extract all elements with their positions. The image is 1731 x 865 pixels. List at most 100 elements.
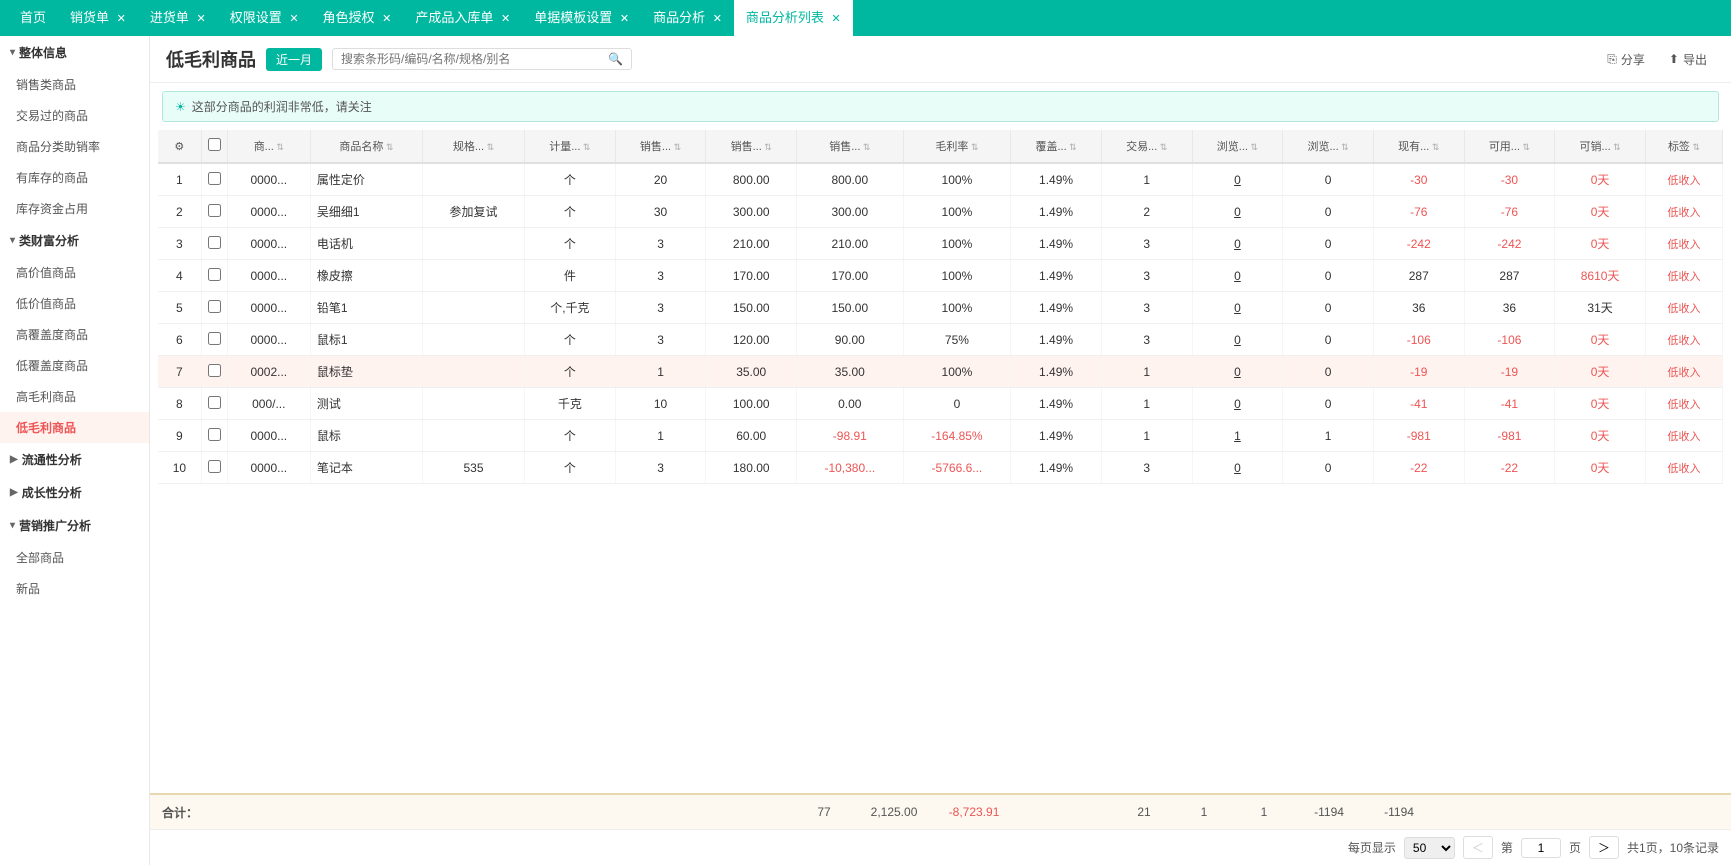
row-checkbox[interactable] bbox=[208, 460, 221, 473]
row-checkbox[interactable] bbox=[208, 428, 221, 441]
row-checkbox[interactable] bbox=[208, 236, 221, 249]
nav-goods-analysis-list[interactable]: 商品分析列表 ✕ bbox=[734, 0, 853, 36]
nav-goods-analysis-list-close[interactable]: ✕ bbox=[832, 13, 841, 25]
row-checkbox[interactable] bbox=[208, 364, 221, 377]
row-checkbox[interactable] bbox=[208, 268, 221, 281]
col-sales-profit[interactable]: 销售... bbox=[797, 130, 904, 163]
nav-goods-analysis-close[interactable]: ✕ bbox=[713, 13, 722, 25]
table-container[interactable]: ⚙ 商... 商品名称 规格... 计量... 销售... 销售... 销售..… bbox=[150, 130, 1731, 793]
next-page-button[interactable]: ＞ bbox=[1589, 836, 1619, 859]
row-checkbox[interactable] bbox=[208, 172, 221, 185]
nav-home[interactable]: 首页 bbox=[8, 0, 58, 36]
sidebar-item-low-coverage[interactable]: 低覆盖度商品 bbox=[0, 350, 149, 381]
cell-tag: 低收入 bbox=[1645, 292, 1722, 324]
cell-spec: 535 bbox=[422, 452, 524, 484]
col-sellable[interactable]: 可销... bbox=[1555, 130, 1646, 163]
sidebar-group-marketing[interactable]: ▾ 营销推广分析 bbox=[0, 509, 149, 542]
cell-browse1[interactable]: 0 bbox=[1192, 292, 1283, 324]
sidebar-group-overall[interactable]: ▾ 整体信息 bbox=[0, 36, 149, 69]
cell-checkbox[interactable] bbox=[201, 452, 227, 484]
sidebar-item-low-value[interactable]: 低价值商品 bbox=[0, 288, 149, 319]
cell-browse1[interactable]: 0 bbox=[1192, 260, 1283, 292]
select-all-checkbox[interactable] bbox=[208, 138, 221, 151]
cell-browse1[interactable]: 0 bbox=[1192, 196, 1283, 228]
search-icon[interactable]: 🔍 bbox=[608, 52, 623, 66]
cell-code: 0000... bbox=[227, 324, 310, 356]
nav-template-close[interactable]: ✕ bbox=[620, 13, 629, 25]
sidebar-item-sales-goods[interactable]: 销售类商品 bbox=[0, 69, 149, 100]
cell-checkbox[interactable] bbox=[201, 420, 227, 452]
row-checkbox[interactable] bbox=[208, 332, 221, 345]
sidebar-item-high-value[interactable]: 高价值商品 bbox=[0, 257, 149, 288]
nav-permission[interactable]: 权限设置 ✕ bbox=[218, 0, 311, 36]
sidebar-item-category-rate[interactable]: 商品分类助销率 bbox=[0, 131, 149, 162]
sidebar-item-low-margin[interactable]: 低毛利商品 bbox=[0, 412, 149, 443]
nav-product-stock[interactable]: 产成品入库单 ✕ bbox=[403, 0, 522, 36]
cell-browse1[interactable]: 0 bbox=[1192, 228, 1283, 260]
sidebar-item-stock-capital[interactable]: 库存资金占用 bbox=[0, 193, 149, 224]
cell-browse1[interactable]: 0 bbox=[1192, 356, 1283, 388]
sidebar-item-traded-goods[interactable]: 交易过的商品 bbox=[0, 100, 149, 131]
nav-role-close[interactable]: ✕ bbox=[382, 13, 391, 25]
search-input[interactable] bbox=[341, 52, 604, 66]
cell-checkbox[interactable] bbox=[201, 356, 227, 388]
col-coverage[interactable]: 覆盖... bbox=[1011, 130, 1102, 163]
cell-tag: 低收入 bbox=[1645, 388, 1722, 420]
col-available[interactable]: 可用... bbox=[1464, 130, 1555, 163]
nav-role[interactable]: 角色授权 ✕ bbox=[311, 0, 404, 36]
nav-sales[interactable]: 销货单 ✕ bbox=[58, 0, 138, 36]
sidebar-item-new-goods[interactable]: 新品 bbox=[0, 573, 149, 604]
cell-browse1[interactable]: 0 bbox=[1192, 324, 1283, 356]
search-box[interactable]: 🔍 bbox=[332, 48, 632, 70]
nav-purchase[interactable]: 进货单 ✕ bbox=[138, 0, 218, 36]
nav-goods-analysis[interactable]: 商品分析 ✕ bbox=[641, 0, 734, 36]
col-unit[interactable]: 计量... bbox=[525, 130, 616, 163]
share-button[interactable]: ⎘ 分享 bbox=[1599, 47, 1653, 72]
nav-purchase-close[interactable]: ✕ bbox=[196, 13, 205, 25]
cell-browse1[interactable]: 1 bbox=[1192, 420, 1283, 452]
cell-checkbox[interactable] bbox=[201, 292, 227, 324]
nav-product-stock-close[interactable]: ✕ bbox=[501, 13, 510, 25]
cell-checkbox[interactable] bbox=[201, 228, 227, 260]
row-checkbox[interactable] bbox=[208, 396, 221, 409]
col-sales-qty[interactable]: 销售... bbox=[615, 130, 706, 163]
col-sales-price[interactable]: 销售... bbox=[706, 130, 797, 163]
prev-page-button[interactable]: ＜ bbox=[1463, 836, 1493, 859]
cell-sales-price: 180.00 bbox=[706, 452, 797, 484]
nav-sales-close[interactable]: ✕ bbox=[117, 13, 126, 25]
date-filter-button[interactable]: 近一月 bbox=[266, 48, 322, 71]
col-browse2[interactable]: 浏览... bbox=[1283, 130, 1374, 163]
sidebar-item-high-margin[interactable]: 高毛利商品 bbox=[0, 381, 149, 412]
col-transaction[interactable]: 交易... bbox=[1101, 130, 1192, 163]
sidebar-group-flow[interactable]: ▶ 流通性分析 bbox=[0, 443, 149, 476]
col-gross-margin[interactable]: 毛利率 bbox=[903, 130, 1011, 163]
col-checkbox[interactable] bbox=[201, 130, 227, 163]
cell-checkbox[interactable] bbox=[201, 260, 227, 292]
cell-checkbox[interactable] bbox=[201, 163, 227, 196]
col-browse1[interactable]: 浏览... bbox=[1192, 130, 1283, 163]
cell-checkbox[interactable] bbox=[201, 388, 227, 420]
col-current-stock[interactable]: 现有... bbox=[1373, 130, 1464, 163]
sidebar-group-growth[interactable]: ▶ 成长性分析 bbox=[0, 476, 149, 509]
col-settings[interactable]: ⚙ bbox=[158, 130, 201, 163]
col-name[interactable]: 商品名称 bbox=[310, 130, 422, 163]
nav-template[interactable]: 单据模板设置 ✕ bbox=[522, 0, 641, 36]
cell-checkbox[interactable] bbox=[201, 324, 227, 356]
col-code[interactable]: 商... bbox=[227, 130, 310, 163]
col-tag[interactable]: 标签 bbox=[1645, 130, 1722, 163]
sidebar-item-high-coverage[interactable]: 高覆盖度商品 bbox=[0, 319, 149, 350]
cell-checkbox[interactable] bbox=[201, 196, 227, 228]
row-checkbox[interactable] bbox=[208, 204, 221, 217]
cell-browse1[interactable]: 0 bbox=[1192, 452, 1283, 484]
page-number-input[interactable] bbox=[1521, 838, 1561, 858]
col-spec[interactable]: 规格... bbox=[422, 130, 524, 163]
sidebar-item-in-stock[interactable]: 有库存的商品 bbox=[0, 162, 149, 193]
sidebar-item-all-goods[interactable]: 全部商品 bbox=[0, 542, 149, 573]
cell-browse1[interactable]: 0 bbox=[1192, 163, 1283, 196]
row-checkbox[interactable] bbox=[208, 300, 221, 313]
nav-permission-close[interactable]: ✕ bbox=[289, 13, 298, 25]
cell-browse1[interactable]: 0 bbox=[1192, 388, 1283, 420]
sidebar-group-wealth[interactable]: ▾ 类财富分析 bbox=[0, 224, 149, 257]
export-button[interactable]: ⬆ 导出 bbox=[1661, 47, 1715, 72]
page-size-select[interactable]: 50 100 200 bbox=[1404, 837, 1455, 859]
